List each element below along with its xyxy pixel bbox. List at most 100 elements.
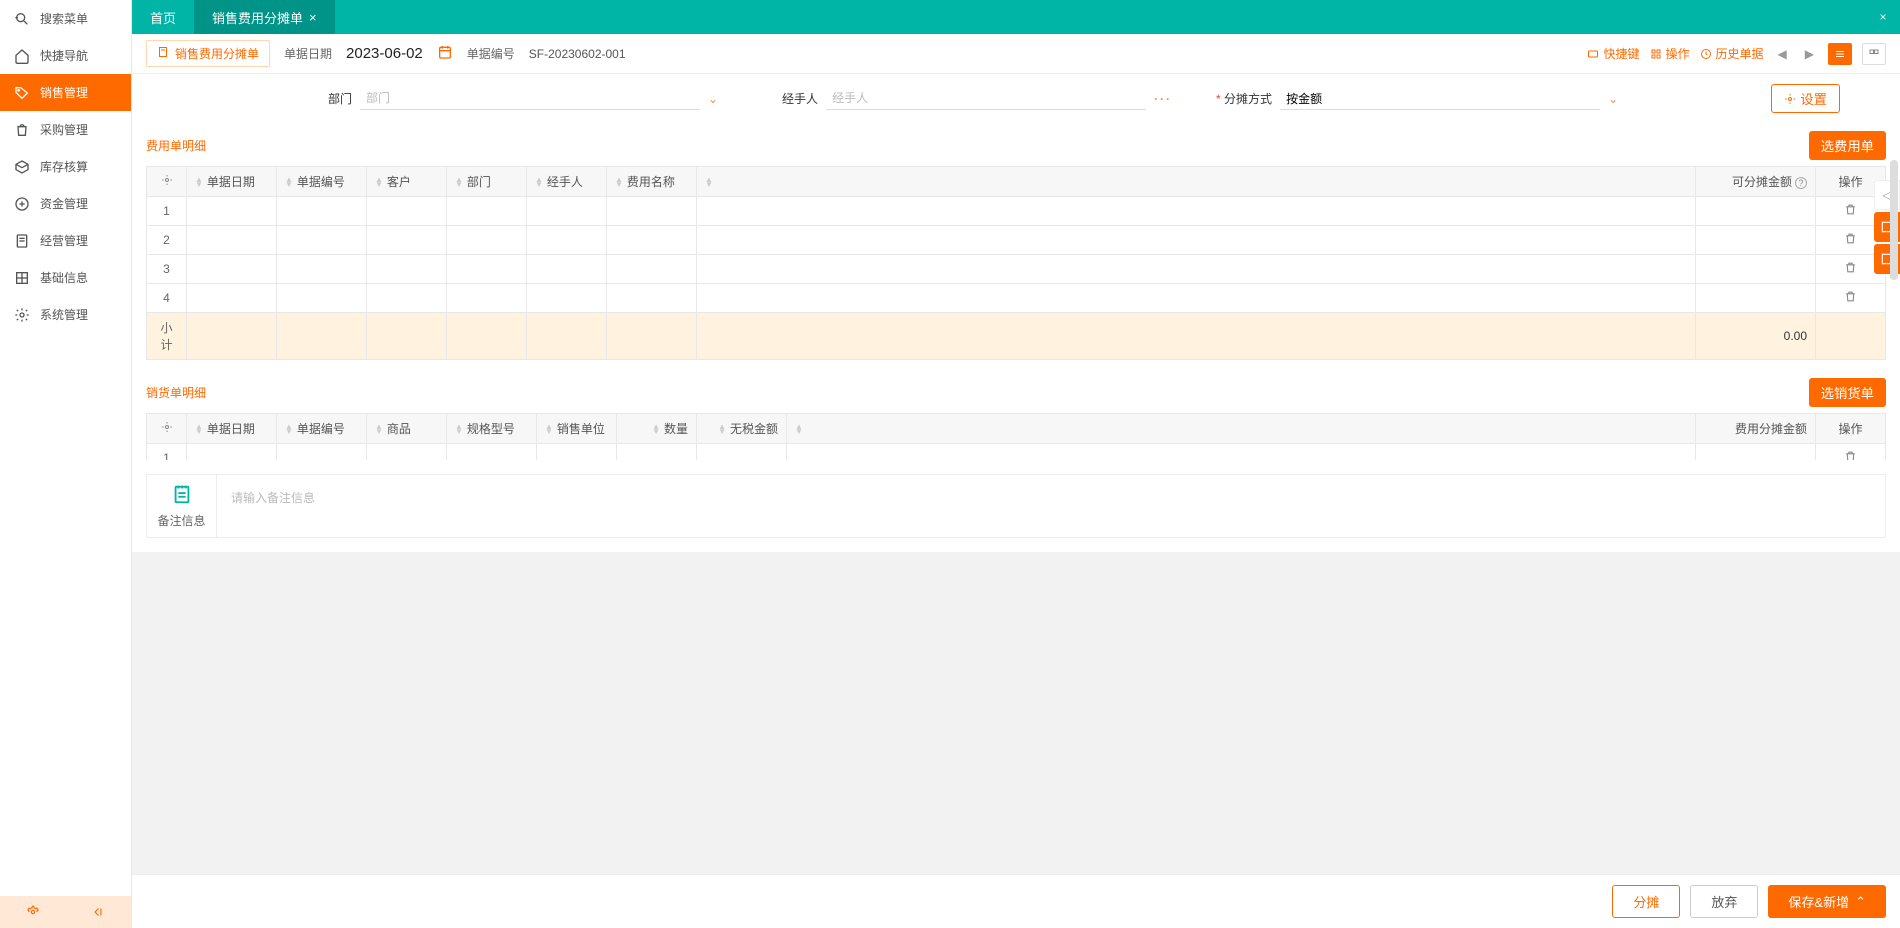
col-date[interactable]: ▲▼单据日期 <box>187 414 277 444</box>
delete-row-button[interactable] <box>1816 284 1886 313</box>
scrollbar[interactable] <box>1890 160 1898 280</box>
shortcut-link[interactable]: 快捷键 <box>1587 45 1639 62</box>
table-row[interactable]: 3 <box>147 255 1886 284</box>
sidebar-item-quicknav[interactable]: 快捷导航 <box>0 37 131 74</box>
more-icon[interactable]: ··· <box>1154 92 1172 106</box>
delete-row-button[interactable] <box>1816 444 1886 460</box>
sidebar-item-system[interactable]: 系统管理 <box>0 296 131 333</box>
header-actions: 快捷键 操作 历史单据 ◀ ▶ <box>1587 43 1886 65</box>
gear-col[interactable] <box>147 414 187 444</box>
doc-icon <box>14 233 30 249</box>
document-icon <box>157 46 169 61</box>
handler-input[interactable] <box>826 87 1146 110</box>
sidebar-label: 快捷导航 <box>40 47 88 64</box>
col-docno[interactable]: ▲▼单据编号 <box>277 414 367 444</box>
tab-close-all[interactable]: × <box>1866 0 1900 34</box>
content: 费用单明细 选费用单 ▲▼单据日期 ▲▼单据编号 ▲▼客户 ▲▼部门 ▲▼经手人… <box>132 123 1900 460</box>
col-customer[interactable]: ▲▼客户 <box>367 167 447 197</box>
col-docno[interactable]: ▲▼单据编号 <box>277 167 367 197</box>
sales-table: ▲▼单据日期 ▲▼单据编号 ▲▼商品 ▲▼规格型号 ▲▼销售单位 ▲▼数量 ▲▼… <box>146 413 1886 460</box>
tab-label: 首页 <box>150 8 176 27</box>
home-icon <box>14 48 30 64</box>
sidebar-item-basicinfo[interactable]: 基础信息 <box>0 259 131 296</box>
settings-button[interactable]: 设置 <box>1771 84 1840 113</box>
view-list-button[interactable] <box>1828 43 1852 65</box>
history-link[interactable]: 历史单据 <box>1700 45 1764 62</box>
col-qty[interactable]: ▲▼数量 <box>617 414 697 444</box>
col-spec[interactable]: ▲▼规格型号 <box>447 414 537 444</box>
gear-icon <box>14 307 30 323</box>
col-amount[interactable]: ▲▼无税金额 <box>697 414 787 444</box>
col-dept[interactable]: ▲▼部门 <box>447 167 527 197</box>
prev-doc-button[interactable]: ◀ <box>1774 47 1791 61</box>
col-handler[interactable]: ▲▼经手人 <box>527 167 607 197</box>
search-icon <box>14 11 30 27</box>
col-feename[interactable]: ▲▼费用名称 <box>607 167 697 197</box>
col-blank[interactable]: ▲▼ <box>697 167 1696 197</box>
grid-icon <box>14 270 30 286</box>
expense-title: 费用单明细 <box>146 137 206 154</box>
sidebar-item-inventory[interactable]: 库存核算 <box>0 148 131 185</box>
sales-title: 销货单明细 <box>146 384 206 401</box>
table-row[interactable]: 1 <box>147 197 1886 226</box>
method-label: 分摊方式 <box>1212 90 1272 107</box>
col-date[interactable]: ▲▼单据日期 <box>187 167 277 197</box>
date-label: 单据日期 <box>284 45 332 62</box>
col-blank[interactable]: ▲▼ <box>787 414 1696 444</box>
col-amount[interactable]: 可分摊金额? <box>1696 167 1816 197</box>
docno-label: 单据编号 <box>467 45 515 62</box>
sales-section-header: 销货单明细 选销货单 <box>146 378 1886 407</box>
tab-current[interactable]: 销售费用分摊单 × <box>194 0 335 34</box>
remarks-input[interactable] <box>217 475 1885 535</box>
col-op: 操作 <box>1816 414 1886 444</box>
sidebar-item-sales[interactable]: 销售管理 <box>0 74 131 111</box>
chevron-down-icon[interactable]: ⌄ <box>708 92 718 106</box>
close-icon[interactable]: × <box>309 10 317 25</box>
view-grid-button[interactable] <box>1862 43 1886 65</box>
field-handler: 经手人 ··· <box>758 87 1172 110</box>
discard-button[interactable]: 放弃 <box>1690 885 1758 918</box>
tab-home[interactable]: 首页 <box>132 0 194 34</box>
sidebar-label: 系统管理 <box>40 306 88 323</box>
sidebar-label: 销售管理 <box>40 84 88 101</box>
select-expense-button[interactable]: 选费用单 <box>1809 131 1886 160</box>
sidebar-item-business[interactable]: 经营管理 <box>0 222 131 259</box>
allocate-button[interactable]: 分摊 <box>1612 885 1680 918</box>
method-input[interactable] <box>1280 87 1600 110</box>
date-value[interactable]: 2023-06-02 <box>346 45 423 62</box>
col-product[interactable]: ▲▼商品 <box>367 414 447 444</box>
sidebar-item-funds[interactable]: 资金管理 <box>0 185 131 222</box>
col-unit[interactable]: ▲▼销售单位 <box>537 414 617 444</box>
sidebar-label: 基础信息 <box>40 269 88 286</box>
operate-link[interactable]: 操作 <box>1650 45 1690 62</box>
docno-value: SF-20230602-001 <box>529 47 626 61</box>
sidebar-item-purchase[interactable]: 采购管理 <box>0 111 131 148</box>
table-row[interactable]: 2 <box>147 226 1886 255</box>
sidebar-label: 资金管理 <box>40 195 88 212</box>
select-sales-button[interactable]: 选销货单 <box>1809 378 1886 407</box>
note-icon <box>171 483 193 508</box>
sidebar-collapse-button[interactable] <box>66 896 132 928</box>
expense-section-header: 费用单明细 选费用单 <box>146 131 1886 160</box>
table-row[interactable]: 1 <box>147 444 1886 460</box>
tabbar: 首页 销售费用分摊单 × × <box>132 0 1900 34</box>
save-new-button[interactable]: 保存&新增⌃ <box>1768 885 1886 918</box>
tag-icon <box>14 85 30 101</box>
gear-col[interactable] <box>147 167 187 197</box>
chevron-up-icon: ⌃ <box>1855 894 1866 910</box>
expense-table: ▲▼单据日期 ▲▼单据编号 ▲▼客户 ▲▼部门 ▲▼经手人 ▲▼费用名称 ▲▼ … <box>146 166 1886 360</box>
sidebar-item-search[interactable]: 搜索菜单 <box>0 0 131 37</box>
col-fee[interactable]: 费用分摊金额 <box>1696 414 1816 444</box>
help-icon[interactable]: ? <box>1795 177 1807 189</box>
next-doc-button[interactable]: ▶ <box>1801 47 1818 61</box>
doc-header: 销售费用分摊单 单据日期 2023-06-02 单据编号 SF-20230602… <box>132 34 1900 74</box>
sidebar: 搜索菜单 快捷导航 销售管理 采购管理 库存核算 资金管理 经营管理 基础信息 <box>0 0 132 928</box>
sidebar-footer <box>0 896 131 928</box>
dept-input[interactable] <box>360 87 700 110</box>
chevron-down-icon[interactable]: ⌄ <box>1608 92 1618 106</box>
field-method: 分摊方式 ⌄ <box>1212 87 1618 110</box>
table-row[interactable]: 4 <box>147 284 1886 313</box>
calendar-icon[interactable] <box>437 44 453 63</box>
sidebar-settings-button[interactable] <box>0 896 66 928</box>
box-icon <box>14 159 30 175</box>
